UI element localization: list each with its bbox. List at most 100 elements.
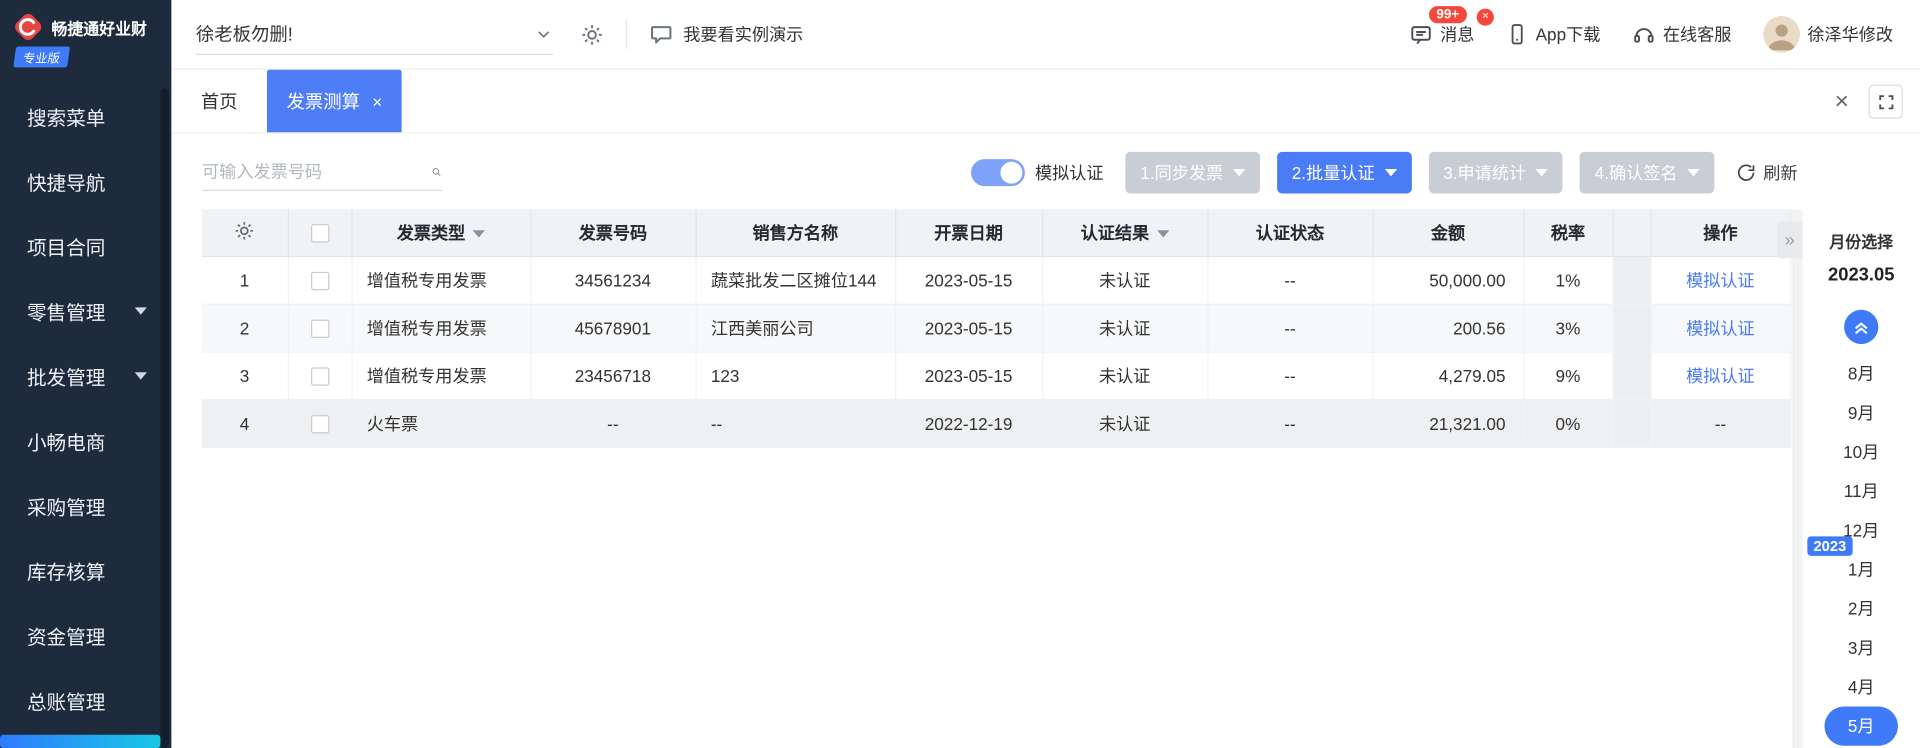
cell-auth-result: 未认证 [1042, 303, 1208, 353]
content-scrollbar[interactable] [1792, 209, 1803, 748]
tab-invoice-calc-label: 发票测算 [286, 91, 361, 113]
invoice-table: 发票类型 发票号码 销售方名称 开票日期 认证结果 认证状态 金额 税率 操作 … [202, 209, 1791, 448]
column-settings-button[interactable] [202, 209, 289, 257]
month-item[interactable]: 4月 [1802, 667, 1920, 706]
col-tax-rate: 税率 [1523, 209, 1614, 257]
caret-down-icon [1232, 168, 1246, 176]
month-item-selected[interactable]: 5月 [1824, 706, 1898, 746]
month-panel-collapse-button[interactable]: » [1776, 221, 1803, 259]
sidebar-item-search-menu[interactable]: 搜索菜单 [0, 83, 171, 148]
demo-link[interactable]: 我要看实例演示 [649, 22, 803, 46]
confirm-sign-label: 4.确认签名 [1594, 162, 1678, 182]
settings-gear-button[interactable] [580, 23, 603, 46]
sidebar-item-funds-mgmt[interactable]: 资金管理 [0, 602, 171, 667]
app-download-label: App下载 [1535, 24, 1601, 45]
scroll-months-up-button[interactable] [1844, 309, 1879, 345]
col-invoice-type[interactable]: 发票类型 [351, 209, 531, 257]
confirm-sign-button[interactable]: 4.确认签名 [1579, 151, 1715, 193]
caret-down-icon [1384, 168, 1397, 176]
cell-invoice-type: 增值税专用发票 [351, 255, 531, 305]
sidebar-item-label: 零售管理 [26, 303, 106, 324]
tab-home-label: 首页 [200, 91, 238, 113]
cell-seller-name: -- [695, 399, 896, 448]
close-page-icon[interactable]: × [1835, 88, 1849, 116]
invoice-number-search-input[interactable] [202, 161, 424, 182]
tab-home[interactable]: 首页 [171, 70, 267, 132]
simulate-auth-link[interactable]: 模拟认证 [1686, 366, 1755, 386]
table-header-row: 发票类型 发票号码 销售方名称 开票日期 认证结果 认证状态 金额 税率 操作 [202, 209, 1791, 257]
col-auth-result[interactable]: 认证结果 [1042, 209, 1208, 257]
sidebar-item-project-contract[interactable]: 项目合同 [0, 213, 171, 278]
sidebar-item-label: 批发管理 [26, 367, 106, 389]
simulate-auth-toggle[interactable] [971, 158, 1026, 186]
online-service-label: 在线客服 [1662, 24, 1732, 45]
cell-invoice-number: 45678901 [530, 303, 697, 353]
sort-caret-icon [472, 230, 485, 238]
cell-auth-result: 未认证 [1042, 351, 1208, 400]
col-amount: 金额 [1372, 209, 1524, 257]
table-row: 4 火车票 -- -- 2022-12-19 未认证 -- 21,321.00 … [202, 399, 1791, 448]
tab-close-icon[interactable]: × [372, 92, 382, 109]
refresh-button[interactable]: 刷新 [1736, 160, 1798, 184]
sidebar-item-inventory-accounting[interactable]: 库存核算 [0, 538, 171, 603]
select-all-checkbox[interactable] [310, 224, 329, 243]
sidebar-item-ecommerce[interactable]: 小畅电商 [0, 408, 171, 473]
user-avatar[interactable] [1763, 15, 1801, 53]
cell-spacer [1612, 399, 1652, 448]
online-service-button[interactable]: 在线客服 [1632, 22, 1731, 46]
sidebar-item-retail-mgmt[interactable]: 零售管理 [0, 278, 171, 343]
sidebar-item-wholesale-mgmt[interactable]: 批发管理 [0, 343, 171, 408]
toolbar: 模拟认证 1.同步发票 2.批量认证 3.申请统计 4.确认签名 [171, 134, 1920, 210]
refresh-label: 刷新 [1763, 162, 1798, 182]
simulate-auth-link[interactable]: 模拟认证 [1686, 270, 1755, 290]
app-download-button[interactable]: App下载 [1506, 22, 1600, 46]
tab-invoice-calc[interactable]: 发票测算 × [266, 69, 402, 133]
row-checkbox[interactable] [310, 319, 329, 338]
row-checkbox-cell [287, 303, 353, 353]
cell-action: 模拟认证 [1650, 303, 1791, 353]
sidebar-item-label: 快捷导航 [26, 173, 106, 195]
sidebar-item-label: 搜索菜单 [26, 108, 106, 130]
col-invoice-number: 发票号码 [530, 209, 697, 257]
company-selector[interactable]: 徐老板勿删! [195, 13, 554, 56]
sidebar-item-general-ledger[interactable]: 总账管理 [0, 667, 171, 732]
sync-invoices-button[interactable]: 1.同步发票 [1125, 151, 1260, 193]
headset-icon [1634, 27, 1654, 43]
row-checkbox-cell [287, 399, 353, 448]
col-invoice-date: 开票日期 [895, 209, 1043, 257]
row-checkbox[interactable] [310, 414, 329, 434]
badge-dismiss-dot[interactable]: × [1476, 8, 1494, 26]
month-item[interactable]: 10月 [1802, 432, 1920, 471]
year-badge: 2023 [1807, 536, 1853, 556]
current-period: 2023.05 [1828, 264, 1895, 286]
cell-spacer [1612, 255, 1652, 305]
sidebar-item-quick-nav[interactable]: 快捷导航 [0, 148, 171, 213]
cell-invoice-number: 34561234 [530, 255, 697, 305]
month-item[interactable]: 9月 [1802, 393, 1920, 432]
apply-stats-button[interactable]: 3.申请统计 [1428, 151, 1563, 193]
content-area: 发票类型 发票号码 销售方名称 开票日期 认证结果 认证状态 金额 税率 操作 … [171, 209, 1920, 748]
batch-auth-button[interactable]: 2.批量认证 [1277, 151, 1412, 193]
search-icon[interactable] [431, 161, 442, 182]
row-checkbox[interactable] [310, 271, 329, 291]
user-menu[interactable]: 徐泽华修改 [1763, 15, 1893, 53]
month-item[interactable]: 8月 [1802, 354, 1920, 393]
month-item[interactable]: 11月 [1802, 471, 1920, 510]
chat-bubble-icon [651, 26, 672, 44]
month-item[interactable]: 2月 [1802, 589, 1920, 628]
cell-invoice-number: -- [530, 399, 697, 448]
messages-button[interactable]: 消息 99+ × [1409, 6, 1494, 46]
sidebar-scrollbar[interactable] [160, 88, 169, 748]
cell-auth-result: 未认证 [1042, 255, 1208, 305]
simulate-auth-link[interactable]: 模拟认证 [1686, 318, 1755, 338]
gear-icon [582, 24, 602, 44]
brand-logo-icon [15, 13, 42, 40]
row-index: 4 [202, 399, 289, 448]
sidebar-item-label: 小畅电商 [26, 432, 106, 454]
sidebar-item-label: 总账管理 [26, 692, 106, 714]
month-item[interactable]: 3月 [1802, 628, 1920, 667]
sidebar-item-purchase-mgmt[interactable]: 采购管理 [0, 473, 171, 538]
brand: 畅捷通好业财 [0, 0, 171, 43]
fullscreen-button[interactable] [1868, 84, 1903, 119]
row-checkbox[interactable] [310, 367, 329, 386]
